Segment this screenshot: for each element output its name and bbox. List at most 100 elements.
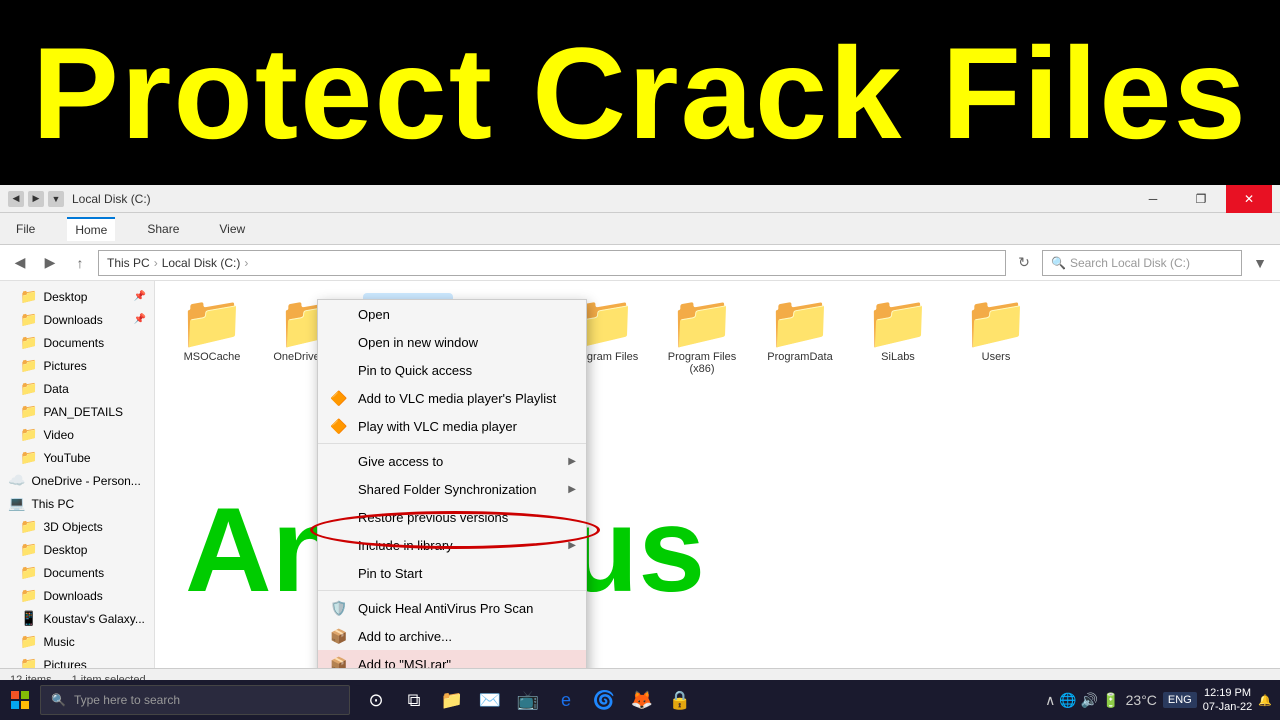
ribbon-tab-file[interactable]: File: [8, 218, 43, 240]
folder-users[interactable]: 📁 Users: [951, 293, 1041, 379]
sidebar-item-music[interactable]: 📁 Music: [0, 630, 154, 653]
sidebar-item-pictures-quick[interactable]: 📁 Pictures: [0, 354, 154, 377]
sidebar-label: Documents: [43, 566, 104, 580]
refresh-button[interactable]: ↻: [1012, 251, 1036, 275]
language-indicator[interactable]: ENG: [1163, 692, 1197, 708]
taskbar-firefox[interactable]: 🦊: [624, 680, 660, 720]
ribbon-tab-share[interactable]: Share: [139, 218, 187, 240]
taskbar-app1[interactable]: 📺: [510, 680, 546, 720]
taskbar-vpn[interactable]: 🔒: [662, 680, 698, 720]
folder-icon: 📁: [20, 633, 37, 650]
sidebar-item-galaxy[interactable]: 📱 Koustav's Galaxy...: [0, 607, 154, 630]
sidebar-item-pan[interactable]: 📁 PAN_DETAILS: [0, 400, 154, 423]
sidebar-label: Video: [43, 428, 73, 442]
start-button[interactable]: [0, 680, 40, 720]
tray-battery: 🔋: [1102, 692, 1119, 709]
folder-name: ProgramData: [767, 351, 832, 363]
folder-icon: 📁: [20, 541, 37, 558]
cm-vlc-play[interactable]: 🔶 Play with VLC media player: [318, 412, 586, 440]
library-icon: [330, 536, 348, 554]
folder-icon: 📁: [20, 357, 37, 374]
cm-restore-versions[interactable]: Restore previous versions: [318, 503, 586, 531]
up-button[interactable]: ↑: [68, 251, 92, 275]
address-path[interactable]: This PC › Local Disk (C:) ›: [98, 250, 1006, 276]
cm-give-access[interactable]: Give access to: [318, 447, 586, 475]
sidebar-item-video[interactable]: 📁 Video: [0, 423, 154, 446]
cm-pin-start[interactable]: Pin to Start: [318, 559, 586, 587]
close-button[interactable]: ✕: [1226, 185, 1272, 213]
tb-icon-2: ▶: [28, 191, 44, 207]
taskbar-chrome[interactable]: 🌀: [586, 680, 622, 720]
folder-icon: 📁: [964, 297, 1029, 349]
cm-quickheal[interactable]: 🛡️ Quick Heal AntiVirus Pro Scan: [318, 594, 586, 622]
sidebar-item-downloads2[interactable]: 📁 Downloads: [0, 584, 154, 607]
sidebar-label: 3D Objects: [43, 520, 102, 534]
folder-msocache[interactable]: 📁 MSOCache: [167, 293, 257, 379]
cm-vlc-playlist[interactable]: 🔶 Add to VLC media player's Playlist: [318, 384, 586, 412]
taskbar-cortana[interactable]: ⊙: [358, 680, 394, 720]
sidebar-item-downloads-quick[interactable]: 📁 Downloads 📌: [0, 308, 154, 331]
sidebar-item-documents2[interactable]: 📁 Documents: [0, 561, 154, 584]
sidebar-item-pictures2[interactable]: 📁 Pictures: [0, 653, 154, 668]
sidebar-label: Downloads: [43, 589, 102, 603]
path-this-pc: This PC: [107, 256, 150, 270]
separator2: [318, 590, 586, 591]
folder-name: Program Files (x86): [661, 351, 743, 375]
cm-add-msi-rar[interactable]: 📦 Add to "MSI.rar": [318, 650, 586, 668]
sidebar-item-data[interactable]: 📁 Data: [0, 377, 154, 400]
sidebar-item-onedrive[interactable]: ☁️ OneDrive - Person...: [0, 469, 154, 492]
folder-icon: 📁: [866, 297, 931, 349]
temperature-display: 23°C: [1126, 692, 1157, 708]
sidebar-label: PAN_DETAILS: [43, 405, 123, 419]
taskbar-task-view[interactable]: ⧉: [396, 680, 432, 720]
ribbon-tab-view[interactable]: View: [211, 218, 253, 240]
sidebar-label: OneDrive - Person...: [31, 474, 140, 488]
maximize-button[interactable]: ❐: [1178, 185, 1224, 213]
taskbar-mail[interactable]: ✉️: [472, 680, 508, 720]
taskbar-file-explorer[interactable]: 📁: [434, 680, 470, 720]
cm-pin-quick[interactable]: Pin to Quick access: [318, 356, 586, 384]
sidebar-item-desktop2[interactable]: 📁 Desktop: [0, 538, 154, 561]
folder-icon: 📁: [670, 297, 735, 349]
ribbon-tab-home[interactable]: Home: [67, 217, 115, 241]
folder-icon: 📁: [180, 297, 245, 349]
sidebar-label: Downloads: [43, 313, 102, 327]
search-icon: 🔍: [51, 693, 66, 707]
back-button[interactable]: ◀: [8, 251, 32, 275]
cm-open[interactable]: Open: [318, 300, 586, 328]
notification-button[interactable]: 🔔: [1258, 694, 1272, 707]
folder-name: SiLabs: [881, 351, 915, 363]
folder-program-files-x86[interactable]: 📁 Program Files (x86): [657, 293, 747, 379]
minimize-button[interactable]: ─: [1130, 185, 1176, 213]
sidebar-item-this-pc[interactable]: 💻 This PC: [0, 492, 154, 515]
cloud-icon: ☁️: [8, 472, 25, 489]
cm-include-library[interactable]: Include in library: [318, 531, 586, 559]
search-placeholder: Search Local Disk (C:): [1070, 256, 1190, 270]
folder-programdata[interactable]: 📁 ProgramData: [755, 293, 845, 379]
taskbar-search[interactable]: 🔍 Type here to search: [40, 685, 350, 715]
cm-open-new-window[interactable]: Open in new window: [318, 328, 586, 356]
sidebar-item-documents-quick[interactable]: 📁 Documents: [0, 331, 154, 354]
folder-icon: 📁: [768, 297, 833, 349]
sidebar-item-youtube[interactable]: 📁 YouTube: [0, 446, 154, 469]
archive-icon: 📦: [330, 627, 348, 645]
sidebar-label: Desktop: [43, 543, 87, 557]
cm-label: Play with VLC media player: [358, 419, 517, 434]
sidebar-label: Pictures: [43, 359, 86, 373]
cm-label: Add to VLC media player's Playlist: [358, 391, 556, 406]
cm-shared-folder-sync[interactable]: Shared Folder Synchronization: [318, 475, 586, 503]
open-icon: [330, 305, 348, 323]
sidebar-item-desktop-quick[interactable]: 📁 Desktop 📌: [0, 285, 154, 308]
forward-button[interactable]: ▶: [38, 251, 62, 275]
taskbar-ie[interactable]: e: [548, 680, 584, 720]
search-placeholder-text: Type here to search: [74, 693, 180, 707]
sync-icon: [330, 480, 348, 498]
search-box[interactable]: 🔍 Search Local Disk (C:): [1042, 250, 1242, 276]
cm-label: Shared Folder Synchronization: [358, 482, 537, 497]
window-controls: ─ ❐ ✕: [1130, 185, 1272, 213]
expand-button[interactable]: ▼: [1248, 251, 1272, 275]
tray-up-arrow[interactable]: ∧: [1045, 692, 1055, 709]
sidebar-item-3d[interactable]: 📁 3D Objects: [0, 515, 154, 538]
cm-add-archive[interactable]: 📦 Add to archive...: [318, 622, 586, 650]
folder-silabs[interactable]: 📁 SiLabs: [853, 293, 943, 379]
